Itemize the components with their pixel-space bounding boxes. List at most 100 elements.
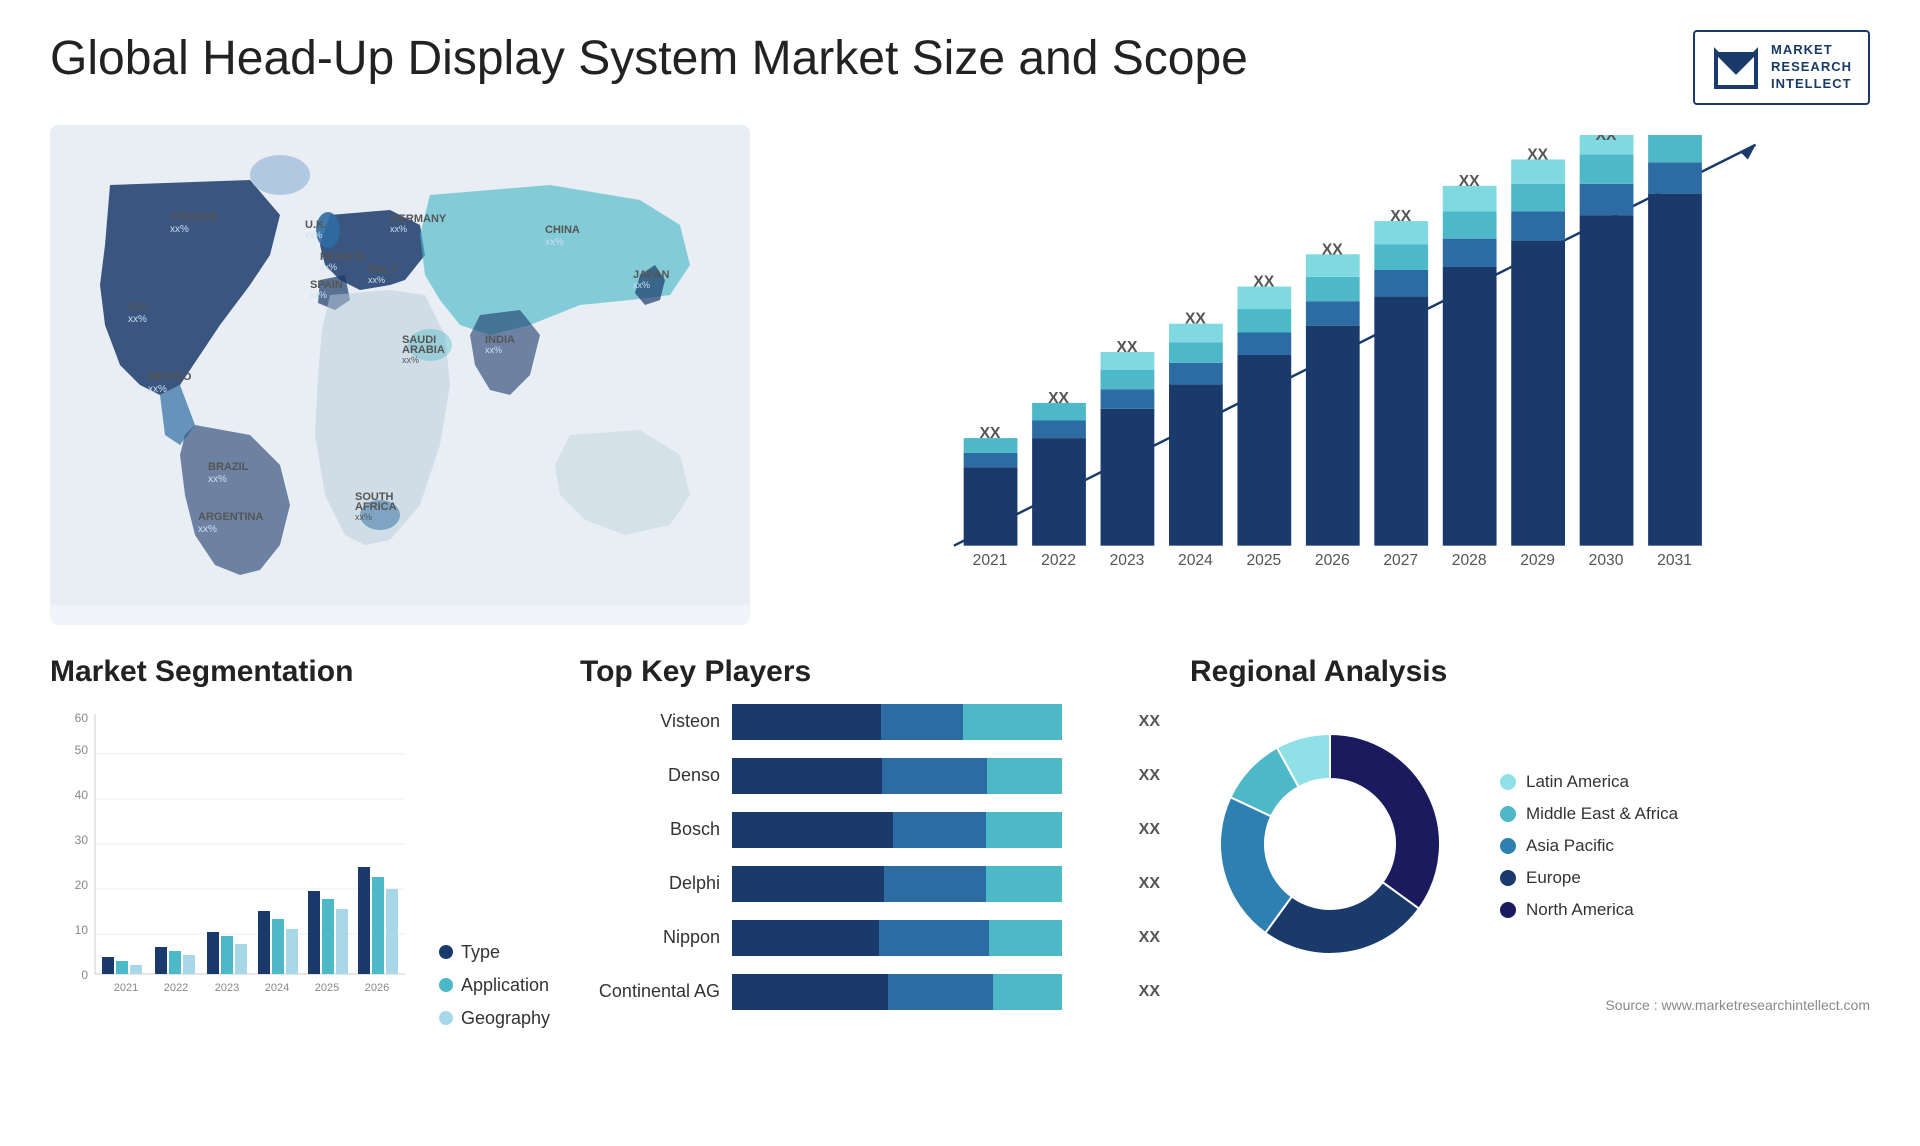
- svg-text:10: 10: [75, 923, 89, 937]
- player-bar-seg1: [732, 920, 879, 956]
- svg-text:2024: 2024: [265, 982, 289, 994]
- page-container: Global Head-Up Display System Market Siz…: [0, 0, 1920, 1146]
- page-title: Global Head-Up Display System Market Siz…: [50, 30, 1248, 88]
- regional-legend-dot: [1500, 806, 1516, 822]
- player-xx: XX: [1139, 821, 1160, 839]
- svg-text:20: 20: [75, 878, 89, 892]
- player-bar-seg2: [882, 758, 987, 794]
- player-name: Bosch: [580, 819, 720, 840]
- svg-text:2024: 2024: [1178, 552, 1213, 569]
- regional-legend-item: Europe: [1500, 868, 1678, 888]
- svg-text:xx%: xx%: [402, 355, 419, 365]
- player-xx: XX: [1139, 767, 1160, 785]
- svg-text:xx%: xx%: [320, 262, 337, 272]
- regional-legend-item: North America: [1500, 900, 1678, 920]
- svg-text:XX: XX: [1459, 173, 1480, 190]
- player-bar-seg1: [732, 974, 888, 1010]
- player-bar-seg3: [989, 920, 1062, 956]
- svg-text:2031: 2031: [1657, 552, 1692, 569]
- segmentation-svg: 0 10 20 30 40 50 60: [50, 704, 410, 1024]
- player-row: Bosch XX: [580, 812, 1160, 848]
- svg-text:XX: XX: [1253, 273, 1274, 290]
- svg-text:xx%: xx%: [128, 314, 147, 325]
- regional-legend-dot: [1500, 870, 1516, 886]
- segmentation-title: Market Segmentation: [50, 655, 550, 689]
- world-map: CANADA xx% U.S. xx% MEXICO xx% BRAZIL xx…: [50, 125, 750, 625]
- regional-legend-label: North America: [1526, 900, 1634, 920]
- legend-geography: Geography: [439, 1008, 550, 1029]
- player-name: Delphi: [580, 873, 720, 894]
- source-text: Source : www.marketresearchintellect.com: [1190, 997, 1870, 1013]
- svg-text:CANADA: CANADA: [170, 211, 218, 223]
- svg-text:xx%: xx%: [305, 230, 322, 240]
- bottom-section: Market Segmentation 0 10 20 30 40: [50, 655, 1870, 1115]
- svg-text:2023: 2023: [215, 982, 239, 994]
- svg-text:XX: XX: [1596, 135, 1617, 144]
- player-bar-wrap: [732, 758, 1119, 794]
- legend-application: Application: [439, 975, 550, 996]
- type-dot: [439, 945, 453, 959]
- svg-text:0: 0: [81, 968, 88, 982]
- svg-text:xx%: xx%: [633, 280, 650, 290]
- svg-text:2026: 2026: [1315, 552, 1350, 569]
- regional-legend-dot: [1500, 774, 1516, 790]
- player-row: Delphi XX: [580, 866, 1160, 902]
- svg-text:ARGENTINA: ARGENTINA: [198, 511, 263, 523]
- svg-text:xx%: xx%: [170, 224, 189, 235]
- legend-type: Type: [439, 942, 550, 963]
- logo-icon: [1711, 42, 1761, 92]
- application-label: Application: [461, 975, 549, 996]
- svg-text:xx%: xx%: [390, 224, 407, 234]
- svg-text:xx%: xx%: [208, 474, 227, 485]
- regional-legend-item: Asia Pacific: [1500, 836, 1678, 856]
- svg-text:40: 40: [75, 788, 89, 802]
- svg-text:50: 50: [75, 743, 89, 757]
- logo: MARKET RESEARCH INTELLECT: [1693, 30, 1870, 105]
- player-xx: XX: [1139, 983, 1160, 1001]
- player-row: Continental AG XX: [580, 974, 1160, 1010]
- regional-legend-item: Middle East & Africa: [1500, 804, 1678, 824]
- regional-legend-dot: [1500, 838, 1516, 854]
- player-bar-seg3: [963, 704, 1062, 740]
- player-bar-wrap: [732, 704, 1119, 740]
- player-bar-seg2: [879, 920, 989, 956]
- segmentation-section: Market Segmentation 0 10 20 30 40: [50, 655, 550, 1115]
- regional-legend-label: Middle East & Africa: [1526, 804, 1678, 824]
- svg-text:XX: XX: [1390, 208, 1411, 225]
- svg-text:xx%: xx%: [355, 512, 372, 522]
- regional-title: Regional Analysis: [1190, 655, 1870, 689]
- regional-legend-label: Europe: [1526, 868, 1581, 888]
- player-xx: XX: [1139, 875, 1160, 893]
- svg-text:2025: 2025: [315, 982, 339, 994]
- player-xx: XX: [1139, 713, 1160, 731]
- top-section: CANADA xx% U.S. xx% MEXICO xx% BRAZIL xx…: [50, 125, 1870, 625]
- svg-text:CHINA: CHINA: [545, 224, 580, 236]
- player-bar-seg1: [732, 812, 893, 848]
- donut-area: Latin AmericaMiddle East & AfricaAsia Pa…: [1190, 704, 1870, 989]
- map-svg: CANADA xx% U.S. xx% MEXICO xx% BRAZIL xx…: [50, 125, 750, 605]
- header: Global Head-Up Display System Market Siz…: [50, 30, 1870, 105]
- player-bar-seg1: [732, 704, 881, 740]
- geography-dot: [439, 1011, 453, 1025]
- segmentation-chart: 0 10 20 30 40 50 60: [50, 704, 419, 1029]
- bar-chart-svg: XX 2021 XX 2022 XX 2023: [840, 135, 1850, 575]
- svg-text:xx%: xx%: [198, 524, 217, 535]
- svg-text:2029: 2029: [1520, 552, 1555, 569]
- svg-text:MEXICO: MEXICO: [148, 371, 192, 383]
- player-bar-seg2: [884, 866, 986, 902]
- svg-text:2022: 2022: [164, 982, 188, 994]
- player-bar-seg3: [986, 812, 1062, 848]
- player-bar-seg3: [987, 758, 1062, 794]
- player-bar-wrap: [732, 974, 1119, 1010]
- player-name: Continental AG: [580, 981, 720, 1002]
- players-section: Top Key Players VisteonXXDensoXXBoschXXD…: [580, 655, 1160, 1115]
- player-bar-seg3: [986, 866, 1062, 902]
- svg-text:XX: XX: [1117, 339, 1138, 356]
- regional-legend-dot: [1500, 902, 1516, 918]
- svg-text:xx%: xx%: [485, 345, 502, 355]
- svg-text:XX: XX: [1048, 390, 1069, 407]
- svg-text:XX: XX: [1527, 146, 1548, 163]
- svg-text:2027: 2027: [1383, 552, 1418, 569]
- player-bar-seg2: [893, 812, 986, 848]
- svg-text:XX: XX: [1185, 310, 1206, 327]
